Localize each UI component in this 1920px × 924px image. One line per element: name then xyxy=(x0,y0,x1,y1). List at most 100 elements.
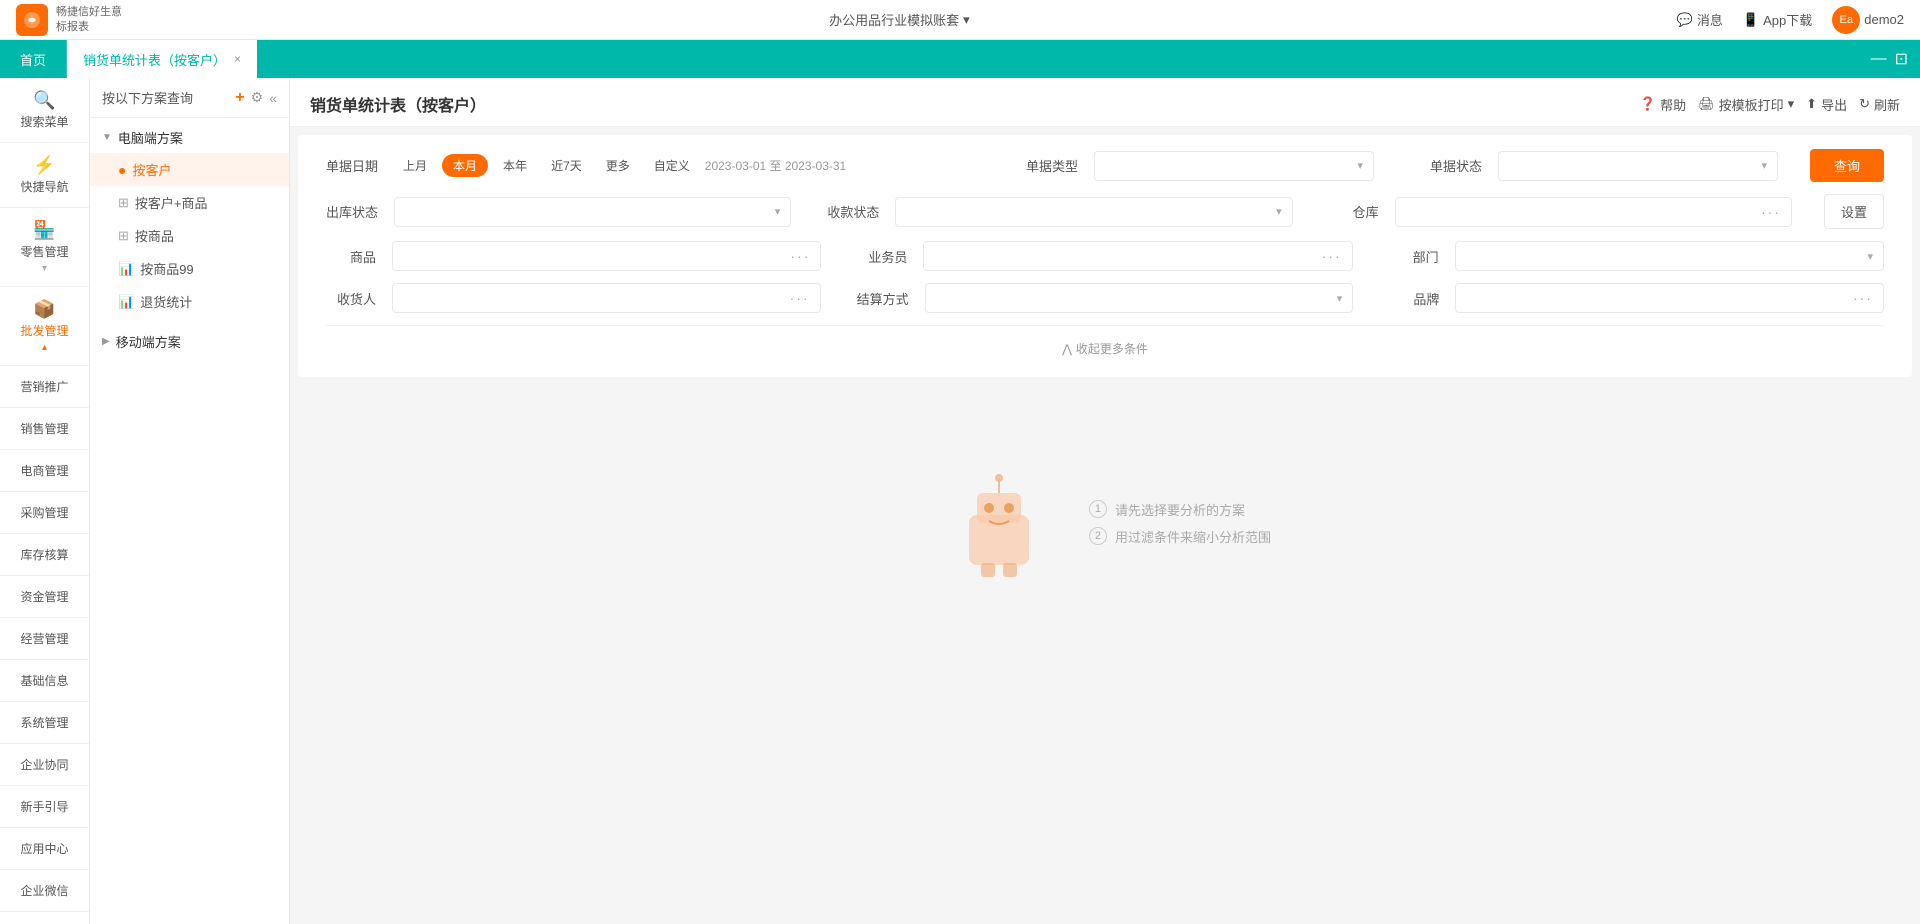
tab-active[interactable]: 销货单统计表（按客户） × xyxy=(67,40,257,78)
empty-tip-1: 1 请先选择要分析的方案 xyxy=(1089,500,1271,519)
doc-type-select[interactable]: ▾ xyxy=(1094,151,1374,181)
outbound-chevron-icon: ▾ xyxy=(775,205,781,218)
settings-scheme-btn[interactable]: ⚙ xyxy=(251,89,264,106)
sidebar-item-new-guide[interactable]: 新手引导 xyxy=(0,786,89,828)
department-label: 部门 xyxy=(1389,247,1439,266)
help-btn[interactable]: ❓ 帮助 xyxy=(1640,95,1686,114)
date-more-btn[interactable]: 更多 xyxy=(597,153,639,178)
sidebar-item-wechat[interactable]: 企业微信 xyxy=(0,870,89,912)
content-area: 按以下方案查询 + ⚙ « ▼ 电脑端方案 ● 按客户 ⊞ xyxy=(90,78,1920,924)
sidebar-item-app-center[interactable]: 应用中心 xyxy=(0,828,89,870)
left-panel: 按以下方案查询 + ⚙ « ▼ 电脑端方案 ● 按客户 ⊞ xyxy=(90,78,290,924)
scheme-group-mobile-header[interactable]: ▶ 移动端方案 xyxy=(90,326,289,357)
grid2-icon: ⊞ xyxy=(118,228,129,244)
empty-state: 1 请先选择要分析的方案 2 用过滤条件来缩小分析范围 xyxy=(290,385,1920,628)
message-icon: 💬 xyxy=(1677,12,1693,28)
department-select[interactable]: ▾ xyxy=(1455,241,1884,271)
date-custom-btn[interactable]: 自定义 xyxy=(645,153,699,178)
expand-arrow-icon: ▼ xyxy=(102,132,112,143)
scheme-item-return-stats[interactable]: 📊 退货统计 xyxy=(90,285,289,318)
scheme-item-by-customer[interactable]: ● 按客户 xyxy=(90,153,289,186)
page-title: 销货单统计表（按客户） xyxy=(310,92,486,116)
filter-row-2: 出库状态 ▾ 收款状态 ▾ 仓库 ··· xyxy=(326,194,1884,229)
query-btn[interactable]: 查询 xyxy=(1810,149,1884,182)
tab-close-btn[interactable]: × xyxy=(234,52,241,66)
collection-status-select[interactable]: ▾ xyxy=(895,197,1292,227)
help-icon: ❓ xyxy=(1640,96,1656,112)
sidebar-item-system[interactable]: 系统管理 xyxy=(0,702,89,744)
sidebar-item-retail[interactable]: 🏪 零售管理 ▾ xyxy=(0,208,89,287)
header-right: 💬 消息 📱 App下载 Ea demo2 xyxy=(1677,6,1904,34)
sidebar-item-member[interactable]: 畅会员 xyxy=(0,912,89,924)
scheme-item-by-customer-product[interactable]: ⊞ 按客户+商品 xyxy=(90,186,289,219)
empty-tips: 1 请先选择要分析的方案 2 用过滤条件来缩小分析范围 xyxy=(1089,500,1271,554)
sidebar-item-quick-nav[interactable]: ⚡ 快捷导航 xyxy=(0,143,89,208)
chart-icon: 📊 xyxy=(118,261,134,277)
date-last-7days-btn[interactable]: 近7天 xyxy=(542,153,591,178)
tab-bar: 首页 销货单统计表（按客户） × — ⊡ xyxy=(0,40,1920,78)
add-scheme-btn[interactable]: + xyxy=(235,89,244,107)
user-profile[interactable]: Ea demo2 xyxy=(1832,6,1904,34)
customer-scheme-icon: ● xyxy=(118,162,126,178)
sidebar-item-wholesale[interactable]: 📦 批发管理 ▴ xyxy=(0,287,89,366)
print-icon: 🖨 xyxy=(1698,96,1715,112)
account-dropdown[interactable]: 办公用品行业模拟账套 ▾ xyxy=(829,10,970,29)
consignee-select[interactable]: ··· xyxy=(392,283,821,313)
export-icon: ⬆ xyxy=(1806,96,1817,112)
date-range-display: 2023-03-01 至 2023-03-31 xyxy=(705,157,846,174)
collapse-panel-btn[interactable]: « xyxy=(269,90,277,106)
filter-panel: 单据日期 上月 本月 本年 近7天 更多 自定义 2023-03-01 至 20… xyxy=(298,135,1912,377)
warehouse-select[interactable]: ··· xyxy=(1395,197,1792,227)
product-select[interactable]: ··· xyxy=(392,241,821,271)
tab-maximize-btn[interactable]: ⊡ xyxy=(1895,49,1908,69)
sidebar-item-operations[interactable]: 经营管理 xyxy=(0,618,89,660)
salesperson-select[interactable]: ··· xyxy=(923,241,1352,271)
settings-btn[interactable]: 设置 xyxy=(1824,194,1884,229)
page-actions: ❓ 帮助 🖨 按模板打印 ▾ ⬆ 导出 ↻ 刷新 xyxy=(1640,95,1900,114)
print-chevron-icon: ▾ xyxy=(1788,96,1795,112)
avatar: Ea xyxy=(1832,6,1860,34)
department-chevron-icon: ▾ xyxy=(1867,250,1873,263)
settlement-select[interactable]: ▾ xyxy=(925,283,1354,313)
nav-icon: ⚡ xyxy=(8,155,81,176)
tip-num-1: 1 xyxy=(1089,500,1107,518)
outbound-status-select[interactable]: ▾ xyxy=(394,197,791,227)
export-btn[interactable]: ⬆ 导出 xyxy=(1806,95,1847,114)
brand-label: 品牌 xyxy=(1389,289,1439,308)
page-header: 销货单统计表（按客户） ❓ 帮助 🖨 按模板打印 ▾ ⬆ 导出 xyxy=(290,78,1920,127)
sidebar-item-purchase[interactable]: 采购管理 xyxy=(0,492,89,534)
doc-status-select[interactable]: ▾ xyxy=(1498,151,1778,181)
empty-illustration xyxy=(939,465,1059,588)
chart2-icon: 📊 xyxy=(118,294,134,310)
sidebar-item-ecommerce[interactable]: 电商管理 xyxy=(0,450,89,492)
refresh-btn[interactable]: ↻ 刷新 xyxy=(1859,95,1900,114)
left-panel-actions: + ⚙ « xyxy=(235,89,277,107)
brand-select[interactable]: ··· xyxy=(1455,283,1884,313)
logo-text: 畅捷信好生意 标报表 xyxy=(56,5,122,34)
print-btn[interactable]: 🖨 按模板打印 ▾ xyxy=(1698,95,1794,114)
app-download-btn[interactable]: 📱 App下载 xyxy=(1743,10,1812,29)
search-icon: 🔍 xyxy=(8,90,81,111)
sidebar-item-sales[interactable]: 销售管理 xyxy=(0,408,89,450)
sidebar-item-enterprise-collab[interactable]: 企业协同 xyxy=(0,744,89,786)
sidebar-item-marketing[interactable]: 营销推广 xyxy=(0,366,89,408)
sidebar-item-finance[interactable]: 资金管理 xyxy=(0,576,89,618)
scheme-item-by-product-99[interactable]: 📊 按商品99 xyxy=(90,252,289,285)
message-btn[interactable]: 💬 消息 xyxy=(1677,10,1723,29)
date-current-month-btn[interactable]: 本月 xyxy=(442,154,488,177)
sidebar-item-basic-info[interactable]: 基础信息 xyxy=(0,660,89,702)
scheme-item-by-product[interactable]: ⊞ 按商品 xyxy=(90,219,289,252)
chevron-down-icon: ▾ xyxy=(963,12,970,28)
scheme-group-desktop-header[interactable]: ▼ 电脑端方案 xyxy=(90,122,289,153)
consignee-dots-icon: ··· xyxy=(790,290,810,306)
sidebar-item-inventory[interactable]: 库存核算 xyxy=(0,534,89,576)
tab-minimize-btn[interactable]: — xyxy=(1871,50,1887,68)
sidebar-item-search-menu[interactable]: 🔍 搜索菜单 xyxy=(0,78,89,143)
date-last-month-btn[interactable]: 上月 xyxy=(394,153,436,178)
date-current-year-btn[interactable]: 本年 xyxy=(494,153,536,178)
wholesale-icon: 📦 xyxy=(8,299,81,320)
doc-type-chevron-icon: ▾ xyxy=(1357,159,1363,172)
collapse-filter-btn[interactable]: ⋀ 收起更多条件 xyxy=(326,334,1884,363)
scheme-group-desktop: ▼ 电脑端方案 ● 按客户 ⊞ 按客户+商品 ⊞ 按商品 📊 按商品99 xyxy=(90,118,289,322)
tab-home[interactable]: 首页 xyxy=(0,40,67,78)
